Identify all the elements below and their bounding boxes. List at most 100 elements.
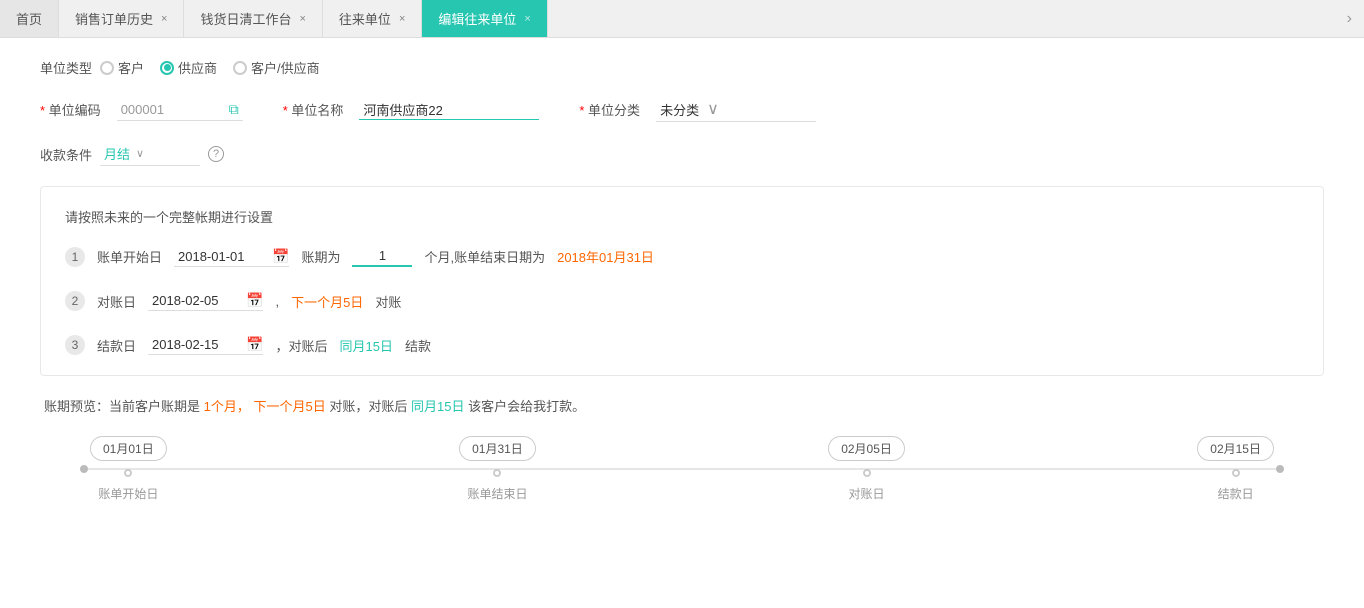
timeline-badge-2: 01月31日 [459, 436, 536, 461]
payment-condition-arrow-icon: ∨ [136, 147, 144, 160]
reconcile-date-input-wrap: 📅 [148, 291, 263, 311]
unit-code-field: ⧉ [117, 99, 243, 121]
tab-cash-reconciliation[interactable]: 钱货日清工作台 × [184, 0, 322, 37]
preview-part2: 下一个月5日 [254, 399, 326, 414]
payment-condition-row: 收款条件 月结 ∨ ? [40, 142, 1324, 166]
preview-part1: 1个月， [204, 399, 250, 414]
unit-category-arrow-icon: ∨ [707, 99, 719, 119]
period-desc-3-suffix: 结款 [405, 336, 431, 355]
unit-type-row: 单位类型 客户 供应商 客户/供应商 [40, 58, 1324, 77]
start-date-input-wrap: 📅 [174, 247, 289, 267]
tab-home-label: 首页 [16, 9, 42, 28]
main-content: 单位类型 客户 供应商 客户/供应商 单位编码 ⧉ 单位名 [0, 38, 1364, 608]
preview-text: 账期预览：当前客户账期是 1个月， 下一个月5日 对账，对账后 同月15日 该客… [40, 396, 1324, 415]
unit-info-row: 单位编码 ⧉ 单位名称 单位分类 未分类 ∨ [40, 97, 1324, 122]
tab-expand-icon[interactable]: › [1335, 10, 1364, 28]
month-count-input[interactable] [352, 246, 412, 267]
tab-edit-partner-unit-label: 编辑往来单位 [438, 9, 516, 28]
unit-category-value: 未分类 [660, 100, 699, 119]
payment-condition-dropdown[interactable]: 月结 ∨ [100, 142, 200, 166]
tab-partner-unit-close[interactable]: × [399, 13, 405, 25]
timeline-label-4: 结款日 [1218, 485, 1254, 502]
unit-category-dropdown[interactable]: 未分类 ∨ [656, 97, 816, 122]
preview-part4: 同月15日 [411, 399, 464, 414]
tab-cash-reconciliation-label: 钱货日清工作台 [200, 9, 291, 28]
tab-sales-order-history[interactable]: 销售订单历史 × [59, 0, 184, 37]
timeline-label-2: 账单结束日 [467, 485, 527, 502]
timeline-node-1 [124, 469, 132, 477]
preview-part5: 该客户会给我打款。 [468, 399, 585, 414]
unit-code-input[interactable] [121, 102, 221, 117]
timeline-item-1: 01月01日 账单开始日 [90, 436, 167, 502]
period-desc-2-prefix: , [275, 294, 279, 309]
timeline-label-3: 对账日 [849, 485, 885, 502]
unit-category-label: 单位分类 [579, 100, 640, 119]
timeline-badge-3: 02月05日 [828, 436, 905, 461]
radio-customer-circle [100, 61, 114, 75]
payment-condition-help-icon[interactable]: ? [208, 146, 224, 162]
tab-sales-order-history-label: 销售订单历史 [75, 9, 153, 28]
timeline-item-2: 01月31日 账单结束日 [459, 436, 536, 502]
timeline-items: 01月01日 账单开始日 01月31日 账单结束日 02月05日 对账日 02月… [80, 436, 1284, 502]
period-num-2: 2 [65, 291, 85, 311]
payment-date-input-wrap: 📅 [148, 335, 263, 355]
radio-supplier-label: 供应商 [178, 58, 217, 77]
payment-date-highlight: 同月15日 [339, 336, 392, 355]
payment-condition-value: 月结 [104, 144, 130, 163]
tab-partner-unit-label: 往来单位 [339, 9, 391, 28]
reconcile-date-input[interactable] [148, 291, 238, 310]
tab-edit-partner-unit[interactable]: 编辑往来单位 × [422, 0, 547, 37]
reconcile-date-calendar-icon[interactable]: 📅 [246, 292, 263, 309]
period-settings-box: 请按照未来的一个完整帐期进行设置 1 账单开始日 📅 账期为 个月,账单结束日期… [40, 186, 1324, 376]
copy-icon[interactable]: ⧉ [229, 101, 239, 118]
timeline-label-1: 账单开始日 [98, 485, 158, 502]
tab-sales-order-history-close[interactable]: × [161, 13, 167, 25]
period-desc-3-prefix: ，对账后 [275, 336, 327, 355]
period-num-1: 1 [65, 247, 85, 267]
unit-type-label: 单位类型 [40, 58, 92, 77]
period-desc-1-suffix: 个月,账单结束日期为 [424, 247, 545, 266]
period-row-3: 3 结款日 📅 ，对账后 同月15日 结款 [65, 335, 1299, 355]
period-box-title: 请按照未来的一个完整帐期进行设置 [65, 207, 1299, 226]
unit-code-label: 单位编码 [40, 100, 101, 119]
start-date-calendar-icon[interactable]: 📅 [272, 248, 289, 265]
tab-edit-partner-unit-close[interactable]: × [524, 13, 530, 25]
reconcile-date-highlight: 下一个月5日 [291, 292, 363, 311]
payment-date-calendar-icon[interactable]: 📅 [246, 336, 263, 353]
period-row-2: 2 对账日 📅 , 下一个月5日 对账 [65, 291, 1299, 311]
timeline-item-4: 02月15日 结款日 [1197, 436, 1274, 502]
timeline-badge-1: 01月01日 [90, 436, 167, 461]
radio-customer-supplier-label: 客户/供应商 [251, 58, 320, 77]
period-desc-2-suffix: 对账 [375, 292, 401, 311]
timeline-badge-4: 02月15日 [1197, 436, 1274, 461]
tab-partner-unit[interactable]: 往来单位 × [323, 0, 422, 37]
timeline-node-4 [1232, 469, 1240, 477]
period-field-label-1: 账单开始日 [97, 247, 162, 266]
radio-group-unit-type: 客户 供应商 客户/供应商 [100, 58, 320, 77]
start-date-input[interactable] [174, 247, 264, 266]
radio-supplier-circle [160, 61, 174, 75]
timeline-item-3: 02月05日 对账日 [828, 436, 905, 502]
payment-condition-label: 收款条件 [40, 145, 92, 164]
period-row-1: 1 账单开始日 📅 账期为 个月,账单结束日期为 2018年01月31日 [65, 246, 1299, 267]
preview-label: 账期预览：当前客户账期是 [44, 399, 200, 414]
period-num-3: 3 [65, 335, 85, 355]
tab-home[interactable]: 首页 [0, 0, 59, 37]
radio-customer-supplier[interactable]: 客户/供应商 [233, 58, 320, 77]
unit-name-label: 单位名称 [283, 100, 344, 119]
timeline-node-2 [493, 469, 501, 477]
period-desc-1-prefix: 账期为 [301, 247, 340, 266]
period-field-label-3: 结款日 [97, 336, 136, 355]
payment-date-input[interactable] [148, 335, 238, 354]
unit-name-input[interactable] [359, 100, 539, 120]
period-end-date-highlight: 2018年01月31日 [557, 247, 654, 266]
timeline-node-3 [863, 469, 871, 477]
preview-part3: 对账，对账后 [329, 399, 411, 414]
tab-cash-reconciliation-close[interactable]: × [299, 13, 305, 25]
radio-supplier[interactable]: 供应商 [160, 58, 217, 77]
radio-customer-supplier-circle [233, 61, 247, 75]
tab-bar: 首页 销售订单历史 × 钱货日清工作台 × 往来单位 × 编辑往来单位 × › [0, 0, 1364, 38]
radio-customer[interactable]: 客户 [100, 58, 144, 77]
radio-customer-label: 客户 [118, 58, 144, 77]
period-field-label-2: 对账日 [97, 292, 136, 311]
